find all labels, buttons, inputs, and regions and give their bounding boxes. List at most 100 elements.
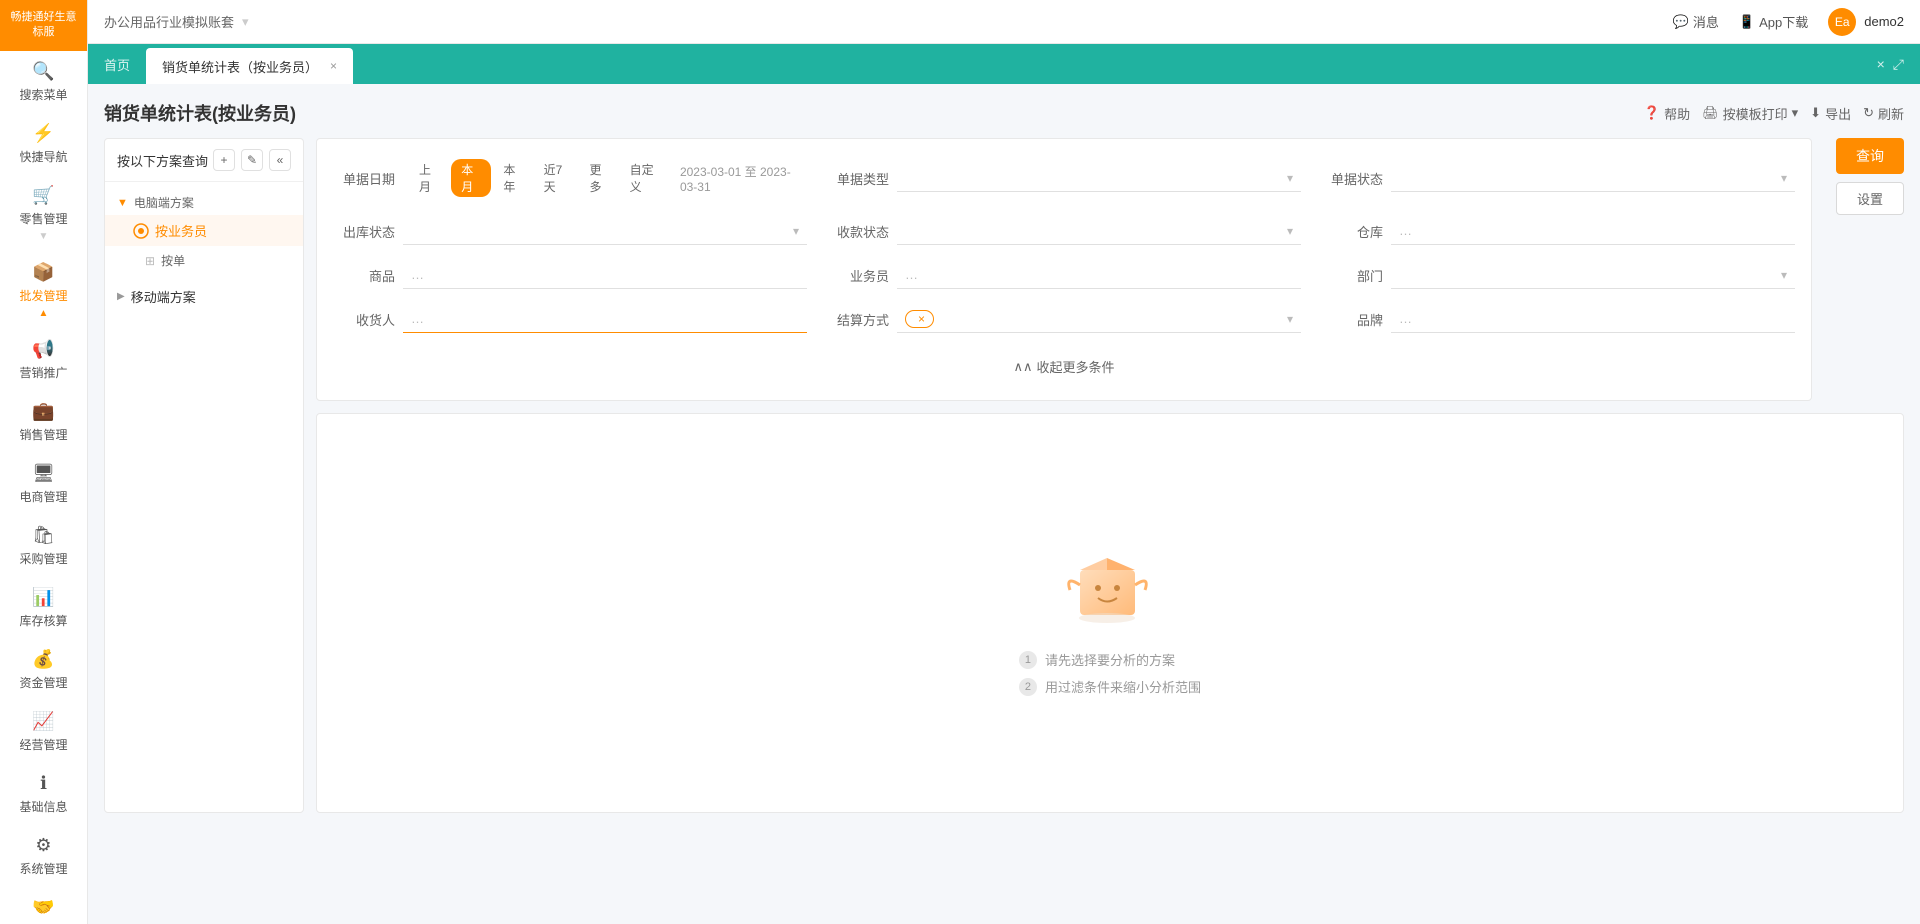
logo[interactable]: 畅捷通好生意 标服 [0, 0, 87, 51]
scheme-collapse-button[interactable]: « [269, 149, 291, 171]
tab-close-icon[interactable]: × [330, 59, 337, 73]
active-scheme-icon [133, 223, 149, 239]
window-maximize-button[interactable]: ⤢ [1893, 56, 1904, 73]
set-button[interactable]: 设置 [1836, 182, 1904, 215]
salesperson-control[interactable]: … [897, 261, 1301, 289]
settlement-tag-close[interactable]: × [918, 312, 925, 326]
sidebar-item-retail[interactable]: 🛒 零售管理 ▼ [0, 175, 87, 252]
date-btn-lastmonth[interactable]: 上月 [411, 159, 447, 197]
desktop-group-label: 电脑端方案 [134, 194, 194, 211]
type-dropdown-icon: ▾ [1287, 171, 1293, 185]
scheme-title: 按以下方案查询 [117, 151, 208, 170]
download-icon: 📱 [1739, 14, 1755, 30]
sidebar-item-system[interactable]: ⚙ 系统管理 [0, 825, 87, 887]
export-button[interactable]: ⬇ 导出 [1810, 104, 1851, 123]
scheme-item-byymp[interactable]: 按业务员 [105, 215, 303, 246]
status-control[interactable]: ▾ [1391, 164, 1795, 192]
window-close-button[interactable]: × [1877, 56, 1885, 73]
page-title: 销货单统计表(按业务员) [104, 100, 296, 126]
sidebar-item-label: 基础信息 [19, 798, 67, 815]
date-control[interactable]: 上月 本月 本年 近7天 更多 自定义 2023-03-01 至 2023-03… [403, 155, 807, 201]
refresh-button[interactable]: ↻ 刷新 [1863, 104, 1904, 123]
breadcrumb: 办公用品行业模拟账套 [104, 12, 234, 31]
filter-item-dept: 部门 ▾ [1321, 261, 1795, 289]
active-tab-label: 销货单统计表（按业务员） [162, 57, 318, 76]
scheme-add-button[interactable]: + [213, 149, 235, 171]
help-button[interactable]: ❓ 帮助 [1644, 104, 1690, 123]
type-control[interactable]: ▾ [897, 164, 1301, 192]
result-area: 1 请先选择要分析的方案 2 用过滤条件来缩小分析范围 [316, 413, 1904, 813]
dept-control[interactable]: ▾ [1391, 261, 1795, 289]
retail-icon: 🛒 [32, 185, 54, 206]
outbound-dropdown-icon: ▾ [793, 224, 799, 238]
sidebar-item-wholesale[interactable]: 📦 批发管理 ▲ [0, 252, 87, 329]
sidebar-item-sales[interactable]: 💼 销售管理 [0, 391, 87, 453]
dept-dropdown-icon: ▾ [1781, 268, 1787, 282]
active-scheme-label: 按业务员 [155, 221, 207, 240]
filter-and-btn: 单据日期 上月 本月 本年 近7天 更多 自定义 [316, 138, 1904, 401]
settlement-control[interactable]: × ▾ [897, 305, 1301, 333]
filter-item-salesperson: 业务员 … [827, 261, 1301, 289]
sidebar-item-inventory[interactable]: 📊 库存核算 [0, 577, 87, 639]
empty-tips: 1 请先选择要分析的方案 2 用过滤条件来缩小分析范围 [1019, 650, 1201, 696]
sidebar-item-purchase[interactable]: 🛍 采购管理 [0, 515, 87, 577]
main-area: 办公用品行业模拟账套 ▾ 💬 消息 📱 App下载 Ea demo2 首页 销货… [88, 0, 1920, 924]
warehouse-dots: … [1399, 223, 1412, 238]
brand-control[interactable]: … [1391, 305, 1795, 333]
date-btn-thisyear[interactable]: 本年 [495, 159, 531, 197]
collapse-bar[interactable]: ∧∧ 收起更多条件 [333, 349, 1795, 384]
scheme-edit-button[interactable]: ✎ [241, 149, 263, 171]
tab-active[interactable]: 销货单统计表（按业务员） × [146, 48, 353, 84]
sidebar-item-operation[interactable]: 📈 经营管理 [0, 701, 87, 763]
date-btn-more[interactable]: 更多 [581, 159, 617, 197]
messages-button[interactable]: 💬 消息 [1673, 12, 1719, 31]
outbound-control[interactable]: ▾ [403, 217, 807, 245]
goods-control[interactable]: … [403, 261, 807, 289]
page-header: 销货单统计表(按业务员) ❓ 帮助 🖨 按模板打印 ▾ ⬇ 导出 ↻ 刷新 [104, 100, 1904, 126]
sidebar-item-quicknav[interactable]: ⚡ 快捷导航 [0, 113, 87, 175]
sidebar: 畅捷通好生意 标服 🔍 搜索菜单 ⚡ 快捷导航 🛒 零售管理 ▼ 📦 批发管理 … [0, 0, 88, 924]
date-btn-7days[interactable]: 近7天 [536, 159, 578, 197]
sidebar-item-baseinfo[interactable]: ℹ 基础信息 [0, 763, 87, 825]
empty-tip-2-text: 用过滤条件来缩小分析范围 [1045, 677, 1201, 696]
marketing-icon: 📢 [32, 339, 54, 360]
query-buttons: 查询 设置 [1836, 138, 1904, 401]
chevron-down-icon: ▼ [39, 231, 49, 242]
sidebar-item-ecommerce[interactable]: 🖥 电商管理 [0, 453, 87, 515]
scheme-item-bydan[interactable]: ⊞ 按单 [105, 246, 303, 275]
scheme-panel: 按以下方案查询 + ✎ « ▼ [104, 138, 304, 813]
refresh-label: 刷新 [1878, 104, 1904, 123]
empty-illustration [1060, 530, 1160, 630]
user-area[interactable]: Ea demo2 [1828, 8, 1904, 36]
sidebar-nav: 🔍 搜索菜单 ⚡ 快捷导航 🛒 零售管理 ▼ 📦 批发管理 ▲ 📢 营销推广 💼… [0, 51, 87, 924]
status-label: 单据状态 [1321, 169, 1391, 188]
tab-home[interactable]: 首页 [88, 44, 146, 84]
sidebar-item-search[interactable]: 🔍 搜索菜单 [0, 51, 87, 113]
export-icon: ⬇ [1810, 105, 1821, 121]
filter-query-area: 单据日期 上月 本月 本年 近7天 更多 自定义 [316, 138, 1904, 813]
print-button[interactable]: 🖨 按模板打印 ▾ [1702, 104, 1798, 123]
mobile-scheme-group[interactable]: ▶ 移动端方案 [105, 283, 303, 310]
date-btn-thismonth[interactable]: 本月 [451, 159, 491, 197]
purchase-icon: 🛍 [32, 525, 55, 546]
sidebar-item-collab[interactable]: 🤝 企业协同 [0, 887, 87, 924]
app-download-button[interactable]: 📱 App下载 [1739, 12, 1808, 31]
date-btn-custom[interactable]: 自定义 [622, 159, 668, 197]
mobile-group-arrow: ▶ [117, 291, 125, 302]
query-button[interactable]: 查询 [1836, 138, 1904, 174]
recipient-control[interactable]: … [403, 305, 807, 333]
sidebar-item-label: 库存核算 [19, 612, 67, 629]
sidebar-item-marketing[interactable]: 📢 营销推广 [0, 329, 87, 391]
sidebar-item-finance[interactable]: 💰 资金管理 [0, 639, 87, 701]
sub-icon: ⊞ [145, 254, 155, 268]
settlement-tag: × [905, 310, 934, 328]
dept-label: 部门 [1321, 266, 1391, 285]
payment-control[interactable]: ▾ [897, 217, 1301, 245]
empty-tip-1: 1 请先选择要分析的方案 [1019, 650, 1201, 669]
settlement-label: 结算方式 [827, 310, 897, 329]
warehouse-control[interactable]: … [1391, 217, 1795, 245]
mobile-group-label: 移动端方案 [131, 287, 196, 306]
wholesale-icon: 📦 [32, 262, 54, 283]
edit-icon: ✎ [247, 153, 257, 167]
collab-icon: 🤝 [32, 897, 54, 918]
